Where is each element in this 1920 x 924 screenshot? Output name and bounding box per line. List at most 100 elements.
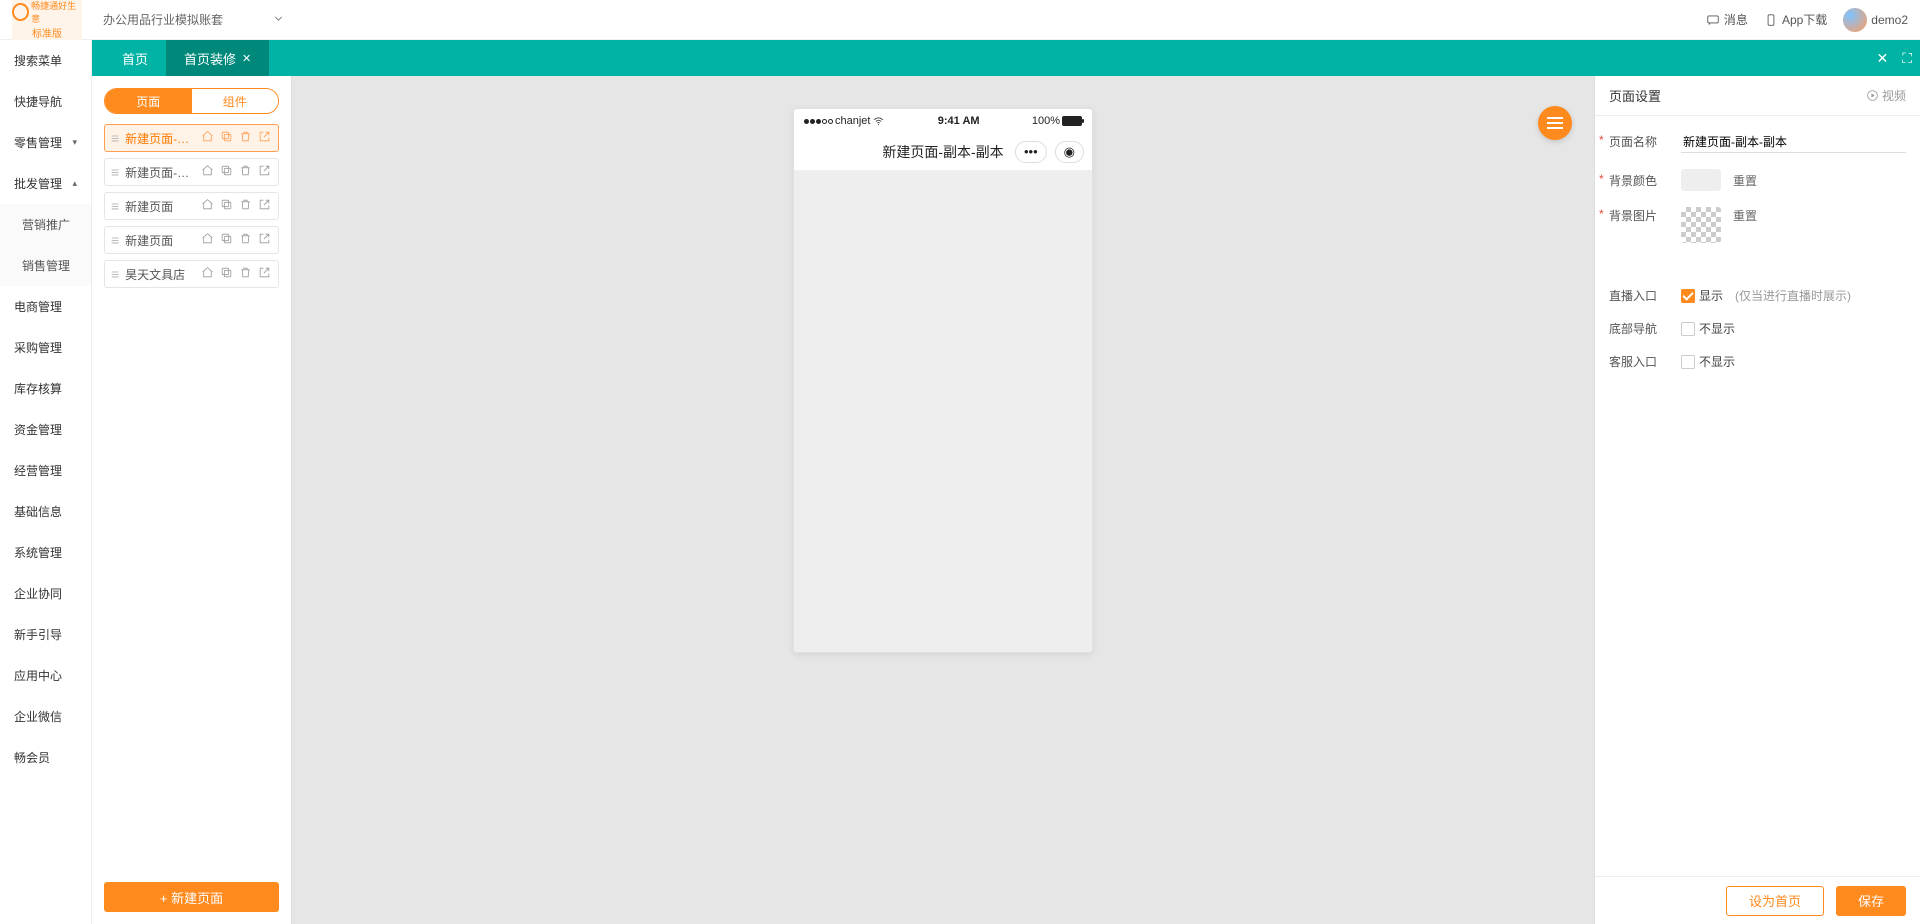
copy-icon (220, 164, 233, 177)
service-entry-label: 客服入口 (1609, 353, 1669, 370)
sidebar-item[interactable]: 基础信息 (0, 491, 91, 532)
drag-handle-icon[interactable]: ≡ (111, 130, 119, 146)
page-delete-button[interactable] (238, 130, 253, 146)
bottom-nav-show-label: 不显示 (1699, 320, 1735, 337)
page-list-item[interactable]: ≡新建页面-副本... (104, 124, 279, 152)
drag-handle-icon[interactable]: ≡ (111, 198, 119, 214)
sidebar-item[interactable]: 搜索菜单 (0, 40, 91, 81)
sidebar-item[interactable]: 营销推广 (0, 204, 91, 245)
sidebar-item[interactable]: 应用中心 (0, 655, 91, 696)
page-share-button[interactable] (257, 266, 272, 282)
app-download-button[interactable]: App下载 (1764, 11, 1827, 28)
live-show-checkbox[interactable]: 显示 (1681, 287, 1723, 304)
sidebar-item[interactable]: 经营管理 (0, 450, 91, 491)
bg-image-label: 背景图片 (1609, 207, 1669, 224)
page-copy-button[interactable] (219, 130, 234, 146)
sidebar-item-label: 零售管理 (14, 134, 62, 151)
page-list-item[interactable]: ≡新建页面 (104, 226, 279, 254)
username-label: demo2 (1871, 13, 1908, 27)
copy-icon (220, 198, 233, 211)
bg-color-label: 背景颜色 (1609, 172, 1669, 189)
sidebar-item[interactable]: 销售管理 (0, 245, 91, 286)
page-list-item[interactable]: ≡新建页面-副本 (104, 158, 279, 186)
sidebar-item-label: 快捷导航 (14, 93, 62, 110)
tab-home[interactable]: 首页 (104, 40, 166, 76)
page-list-item[interactable]: ≡昊天文具店 (104, 260, 279, 288)
page-name-input[interactable] (1681, 130, 1906, 153)
chevron-down-icon (272, 12, 285, 28)
tab-home-label: 首页 (122, 49, 148, 68)
sidebar-item[interactable]: 系统管理 (0, 532, 91, 573)
time-label: 9:41 AM (938, 115, 980, 127)
page-list-item[interactable]: ≡新建页面 (104, 192, 279, 220)
page-share-button[interactable] (257, 198, 272, 214)
save-label: 保存 (1858, 891, 1884, 910)
page-share-button[interactable] (257, 232, 272, 248)
sidebar-item[interactable]: 零售管理▾ (0, 122, 91, 163)
bg-image-picker[interactable] (1681, 207, 1721, 243)
share-icon (258, 232, 271, 245)
page-copy-button[interactable] (219, 232, 234, 248)
caret-up-icon: ▴ (72, 178, 77, 189)
home-icon (201, 130, 214, 143)
sidebar-item[interactable]: 企业微信 (0, 696, 91, 737)
sidebar-item[interactable]: 库存核算 (0, 368, 91, 409)
sidebar-item[interactable]: 新手引导 (0, 614, 91, 655)
drag-handle-icon[interactable]: ≡ (111, 232, 119, 248)
account-selector[interactable]: 办公用品行业模拟账套 (94, 6, 294, 34)
page-home-button[interactable] (200, 232, 215, 248)
user-menu[interactable]: demo2 (1843, 8, 1908, 32)
seg-page-button[interactable]: 页面 (105, 89, 192, 113)
sidebar-item-label: 基础信息 (14, 503, 62, 520)
save-button[interactable]: 保存 (1836, 886, 1906, 916)
hamburger-icon (1547, 122, 1563, 124)
page-home-button[interactable] (200, 164, 215, 180)
messages-button[interactable]: 消息 (1706, 11, 1748, 28)
close-icon[interactable]: ✕ (242, 52, 251, 65)
set-home-button[interactable]: 设为首页 (1726, 886, 1824, 916)
new-page-button[interactable]: + 新建页面 (104, 882, 279, 912)
panel-toggle-button[interactable] (1538, 106, 1572, 140)
page-delete-button[interactable] (238, 266, 253, 282)
fullscreen-icon[interactable]: ⛶ (1902, 50, 1912, 67)
page-copy-button[interactable] (219, 198, 234, 214)
bg-image-reset[interactable]: 重置 (1733, 207, 1757, 224)
sidebar-item[interactable]: 电商管理 (0, 286, 91, 327)
page-share-button[interactable] (257, 130, 272, 146)
pages-panel: 页面 组件 ≡新建页面-副本...≡新建页面-副本≡新建页面≡新建页面≡昊天文具… (92, 76, 292, 924)
video-help-button[interactable]: 视频 (1866, 87, 1906, 104)
sidebar-item[interactable]: 畅会员 (0, 737, 91, 778)
page-delete-button[interactable] (238, 198, 253, 214)
share-icon (258, 164, 271, 177)
service-checkbox[interactable]: 不显示 (1681, 353, 1735, 370)
tab-decorate[interactable]: 首页装修 ✕ (166, 40, 269, 76)
page-home-button[interactable] (200, 130, 215, 146)
page-copy-button[interactable] (219, 164, 234, 180)
drag-handle-icon[interactable]: ≡ (111, 266, 119, 282)
seg-component-button[interactable]: 组件 (192, 89, 279, 113)
account-selector-label: 办公用品行业模拟账套 (103, 11, 223, 28)
tab-close-all-icon[interactable]: ✕ (1876, 50, 1888, 67)
brand-logo[interactable]: 畅捷通好生意 标准版 (12, 0, 82, 40)
sidebar-item-label: 批发管理 (14, 175, 62, 192)
sidebar-item[interactable]: 采购管理 (0, 327, 91, 368)
live-hint: (仅当进行直播时展示) (1735, 287, 1851, 304)
page-name-label: 新建页面 (123, 198, 196, 215)
bottom-nav-label: 底部导航 (1609, 320, 1669, 337)
page-share-button[interactable] (257, 164, 272, 180)
settings-panel: 页面设置 视频 页面名称 背景颜色 重置 (1594, 76, 1920, 924)
bg-color-swatch[interactable] (1681, 169, 1721, 191)
sidebar-item[interactable]: 资金管理 (0, 409, 91, 450)
sidebar-item[interactable]: 企业协同 (0, 573, 91, 614)
page-delete-button[interactable] (238, 164, 253, 180)
page-delete-button[interactable] (238, 232, 253, 248)
drag-handle-icon[interactable]: ≡ (111, 164, 119, 180)
bg-color-reset[interactable]: 重置 (1733, 172, 1757, 189)
sidebar-item[interactable]: 批发管理 ▴ (0, 163, 91, 204)
page-home-button[interactable] (200, 266, 215, 282)
page-home-button[interactable] (200, 198, 215, 214)
sidebar-item-label: 搜索菜单 (14, 52, 62, 69)
bottom-nav-checkbox[interactable]: 不显示 (1681, 320, 1735, 337)
page-copy-button[interactable] (219, 266, 234, 282)
sidebar-item[interactable]: 快捷导航 (0, 81, 91, 122)
